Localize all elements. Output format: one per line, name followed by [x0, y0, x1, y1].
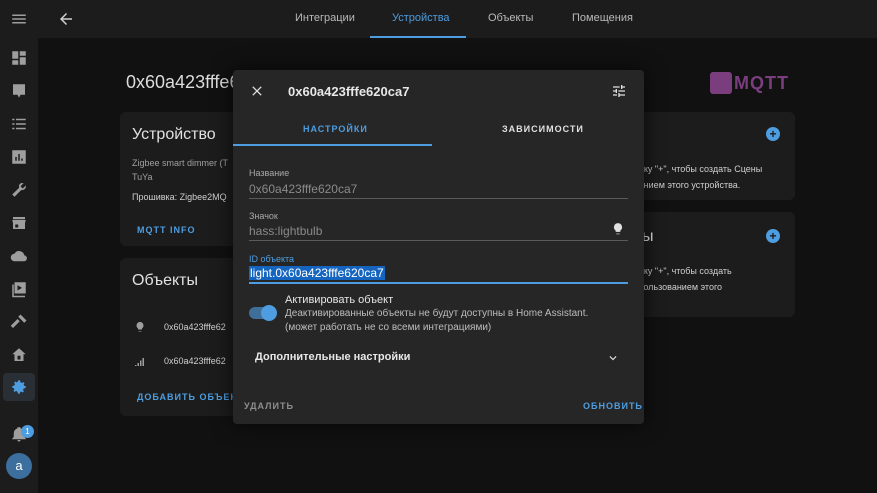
device-info-card: Устройство Zigbee smart dimmer (T TuYa П… [120, 112, 240, 246]
entity-id-label: ID объекта [249, 254, 295, 264]
device-card-title: Устройство [132, 126, 216, 143]
tab-devices[interactable]: Устройства [392, 12, 450, 24]
top-bar [38, 0, 877, 38]
device-page-title: 0x60a423fffe62 [126, 72, 250, 92]
notification-badge: 1 [21, 425, 34, 438]
advanced-settings-expander[interactable]: Дополнительные настройки [255, 351, 410, 363]
chevron-down-icon[interactable] [606, 351, 620, 365]
map-icon[interactable] [8, 80, 30, 102]
name-field-label: Название [249, 168, 290, 178]
active-tab-indicator [370, 36, 466, 38]
settings-gear-icon[interactable] [8, 376, 30, 398]
delete-button[interactable]: УДАЛИТЬ [244, 401, 294, 411]
entity-settings-dialog: 0x60a423fffe620ca7 НАСТРОЙКИ ЗАВИСИМОСТИ… [233, 70, 644, 424]
cloud-icon[interactable] [8, 245, 30, 267]
entities-card-title: Объекты [132, 272, 198, 289]
tab-related[interactable]: ЗАВИСИМОСТИ [502, 124, 584, 134]
scripts-hint-line1: опку "+", чтобы создать [634, 266, 732, 276]
scenes-card: + опку "+", чтобы создать Сцены ванием э… [630, 112, 795, 200]
add-script-plus-icon[interactable]: + [766, 229, 780, 243]
tab-integrations[interactable]: Интеграции [295, 12, 355, 24]
scripts-hint-line2: спользованием этого [634, 282, 723, 292]
enable-entity-desc2: (может работать не со всеми интеграциями… [285, 322, 492, 333]
avatar[interactable]: a [6, 453, 32, 479]
sidebar: 1 a [0, 0, 38, 493]
entity-id-underline [249, 282, 628, 284]
lightbulb-icon [611, 222, 625, 236]
device-manufacturer: TuYa [132, 172, 153, 182]
dialog-tab-indicator [233, 144, 432, 146]
toggle-knob [261, 305, 277, 321]
enable-entity-desc1: Деактивированные объекты не будут доступ… [285, 308, 589, 319]
scenes-hint-line1: опку "+", чтобы создать Сцены [634, 164, 763, 174]
history-icon[interactable] [8, 146, 30, 168]
scenes-hint-line2: ванием этого устройства. [634, 180, 741, 190]
tab-areas[interactable]: Помещения [572, 12, 633, 24]
mqtt-info-button[interactable]: MQTT INFO [137, 225, 196, 235]
home-icon[interactable] [8, 344, 30, 366]
enable-entity-toggle[interactable] [249, 305, 277, 321]
device-firmware: Прошивка: Zigbee2MQ [132, 192, 227, 202]
close-icon[interactable] [249, 83, 265, 99]
name-field-underline [249, 198, 628, 199]
wrench-icon[interactable] [8, 179, 30, 201]
mqtt-logo-text: MQTT [734, 72, 789, 93]
tune-settings-icon[interactable] [611, 83, 627, 99]
overview-icon[interactable] [8, 47, 30, 69]
enable-entity-title: Активировать объект [285, 294, 394, 306]
hammer-icon[interactable] [8, 311, 30, 333]
name-field[interactable]: 0x60a423fffe620ca7 [249, 182, 357, 196]
entity-id-field[interactable]: light.0x60a423fffe620ca7 [249, 266, 385, 280]
tab-settings[interactable]: НАСТРОЙКИ [303, 124, 368, 134]
store-icon[interactable] [8, 212, 30, 234]
back-arrow-icon[interactable] [57, 10, 75, 28]
menu-icon[interactable] [8, 8, 30, 30]
scripts-card: ы + опку "+", чтобы создать спользование… [630, 212, 795, 317]
add-scene-plus-icon[interactable]: + [766, 127, 780, 141]
signal-strength-icon [134, 354, 146, 366]
icon-field[interactable]: hass:lightbulb [249, 224, 322, 238]
lightbulb-icon [134, 320, 146, 332]
device-model: Zigbee smart dimmer (T [132, 158, 229, 168]
entity-row[interactable]: 0x60a423fffe62 [164, 356, 226, 366]
update-button[interactable]: ОБНОВИТЬ [583, 401, 643, 411]
entities-card: Объекты 0x60a423fffe62 0x60a423fffe62 ДО… [120, 258, 252, 416]
entity-row[interactable]: 0x60a423fffe62 [164, 322, 226, 332]
tab-entities[interactable]: Объекты [488, 12, 533, 24]
dialog-title: 0x60a423fffe620ca7 [288, 84, 410, 99]
logbook-icon[interactable] [8, 113, 30, 135]
mqtt-logo-icon [710, 72, 732, 94]
icon-field-underline [249, 240, 628, 241]
mqtt-logo: MQTT [710, 70, 794, 96]
icon-field-label: Значок [249, 211, 278, 221]
media-icon[interactable] [8, 278, 30, 300]
